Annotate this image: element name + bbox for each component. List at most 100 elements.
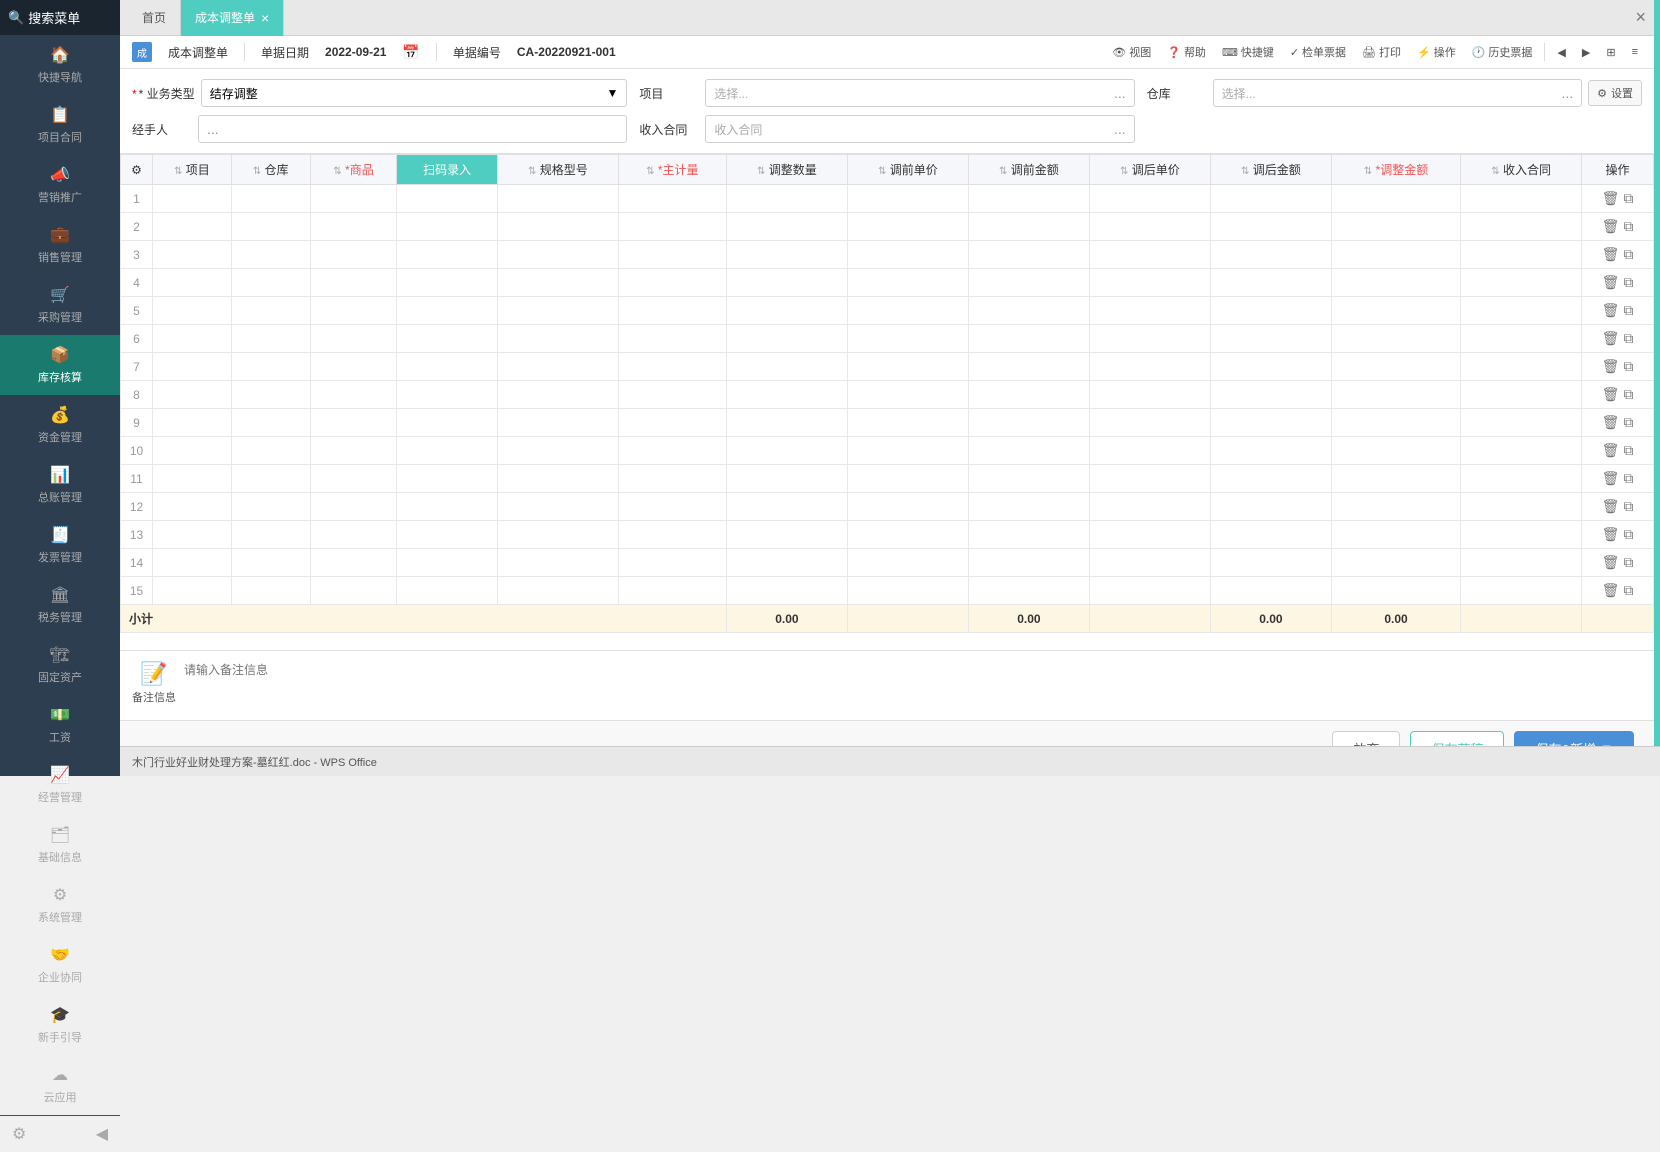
copy-icon[interactable]: ⧉ — [1623, 470, 1633, 486]
row-cell[interactable] — [1089, 297, 1210, 325]
row-cell[interactable] — [397, 549, 497, 577]
row-cell[interactable] — [1089, 325, 1210, 353]
row-cell[interactable] — [1210, 493, 1331, 521]
copy-icon[interactable]: ⧉ — [1623, 582, 1633, 598]
calendar-icon[interactable]: 📅 — [402, 44, 419, 61]
row-cell[interactable] — [497, 213, 618, 241]
row-cell[interactable] — [968, 213, 1089, 241]
row-cell[interactable] — [847, 213, 968, 241]
row-cell[interactable] — [231, 521, 310, 549]
sidebar-item-capital-mgmt[interactable]: 💰 资金管理 — [0, 395, 120, 455]
sidebar-item-sys-mgmt[interactable]: ⚙ 系统管理 — [0, 875, 120, 935]
copy-icon[interactable]: ⧉ — [1623, 274, 1633, 290]
delete-icon[interactable]: 🗑 — [1602, 498, 1620, 514]
row-cell[interactable] — [231, 241, 310, 269]
sidebar-item-purchase-mgmt[interactable]: 🛒 采购管理 — [0, 275, 120, 335]
sidebar-item-cloud-app[interactable]: ☁ 云应用 — [0, 1055, 120, 1115]
row-cell[interactable] — [1461, 185, 1582, 213]
row-cell[interactable] — [231, 185, 310, 213]
row-cell[interactable] — [1089, 269, 1210, 297]
sidebar-search[interactable]: 🔍 搜索菜单 — [0, 0, 120, 35]
copy-icon[interactable]: ⧉ — [1623, 246, 1633, 262]
row-cell[interactable] — [397, 437, 497, 465]
action-btn[interactable]: ⚡ 操作 — [1413, 42, 1460, 62]
row-cell[interactable] — [1210, 325, 1331, 353]
row-cell[interactable] — [618, 577, 726, 605]
row-cell[interactable] — [310, 353, 397, 381]
row-cell[interactable] — [497, 549, 618, 577]
delete-icon[interactable]: 🗑 — [1602, 302, 1620, 318]
row-cell[interactable] — [1089, 409, 1210, 437]
row-cell[interactable] — [726, 381, 847, 409]
row-cell[interactable] — [726, 493, 847, 521]
sidebar-item-biz-coop[interactable]: 🤝 企业协同 — [0, 935, 120, 995]
row-cell[interactable] — [153, 325, 232, 353]
row-cell[interactable] — [726, 213, 847, 241]
row-cell[interactable] — [847, 549, 968, 577]
sidebar-item-ledger-mgmt[interactable]: 📊 总账管理 — [0, 455, 120, 515]
row-cell[interactable] — [310, 549, 397, 577]
row-cell[interactable] — [847, 269, 968, 297]
row-cell[interactable] — [618, 409, 726, 437]
row-cell[interactable] — [497, 241, 618, 269]
row-cell[interactable] — [1331, 325, 1460, 353]
row-cell[interactable] — [397, 577, 497, 605]
row-cell[interactable] — [153, 353, 232, 381]
delete-icon[interactable]: 🗑 — [1602, 470, 1620, 486]
sidebar-item-project-contract[interactable]: 📋 项目合同 — [0, 95, 120, 155]
row-cell[interactable] — [1210, 213, 1331, 241]
row-cell[interactable] — [1461, 381, 1582, 409]
collapse-icon[interactable]: ◀ — [96, 1124, 108, 1144]
row-cell[interactable] — [231, 353, 310, 381]
row-cell[interactable] — [1089, 185, 1210, 213]
row-cell[interactable] — [153, 381, 232, 409]
row-cell[interactable] — [310, 269, 397, 297]
row-cell[interactable] — [231, 325, 310, 353]
row-cell[interactable] — [1089, 493, 1210, 521]
row-cell[interactable] — [1210, 465, 1331, 493]
row-cell[interactable] — [497, 437, 618, 465]
row-cell[interactable] — [497, 269, 618, 297]
row-cell[interactable] — [1210, 269, 1331, 297]
row-cell[interactable] — [726, 409, 847, 437]
row-cell[interactable] — [618, 437, 726, 465]
delete-icon[interactable]: 🗑 — [1602, 218, 1620, 234]
row-cell[interactable] — [1089, 577, 1210, 605]
row-cell[interactable] — [618, 213, 726, 241]
row-cell[interactable] — [397, 381, 497, 409]
row-cell[interactable] — [497, 353, 618, 381]
row-cell[interactable] — [231, 577, 310, 605]
delete-icon[interactable]: 🗑 — [1602, 358, 1620, 374]
row-cell[interactable] — [497, 577, 618, 605]
window-close-button[interactable]: × — [1635, 7, 1646, 28]
notes-input[interactable] — [184, 661, 1642, 701]
row-cell[interactable] — [726, 437, 847, 465]
delete-icon[interactable]: 🗑 — [1602, 526, 1620, 542]
tab-close-button[interactable]: × — [261, 10, 269, 26]
row-cell[interactable] — [153, 521, 232, 549]
row-cell[interactable] — [847, 325, 968, 353]
delete-icon[interactable]: 🗑 — [1602, 554, 1620, 570]
row-cell[interactable] — [1210, 297, 1331, 325]
row-cell[interactable] — [1089, 465, 1210, 493]
row-cell[interactable] — [1331, 185, 1460, 213]
shortcut-btn[interactable]: ⌨ 快捷键 — [1218, 42, 1278, 62]
row-cell[interactable] — [618, 493, 726, 521]
row-cell[interactable] — [726, 521, 847, 549]
row-cell[interactable] — [153, 269, 232, 297]
sidebar-item-new-guide[interactable]: 🎓 新手引导 — [0, 995, 120, 1055]
row-cell[interactable] — [397, 409, 497, 437]
copy-icon[interactable]: ⧉ — [1623, 386, 1633, 402]
nav-next-btn[interactable]: ▶ — [1578, 44, 1594, 61]
row-cell[interactable] — [1461, 493, 1582, 521]
row-cell[interactable] — [1461, 213, 1582, 241]
copy-icon[interactable]: ⧉ — [1623, 218, 1633, 234]
row-cell[interactable] — [397, 325, 497, 353]
row-cell[interactable] — [618, 325, 726, 353]
row-cell[interactable] — [1461, 353, 1582, 381]
row-cell[interactable] — [1331, 297, 1460, 325]
row-cell[interactable] — [1461, 521, 1582, 549]
row-cell[interactable] — [968, 353, 1089, 381]
row-cell[interactable] — [153, 297, 232, 325]
row-cell[interactable] — [847, 437, 968, 465]
